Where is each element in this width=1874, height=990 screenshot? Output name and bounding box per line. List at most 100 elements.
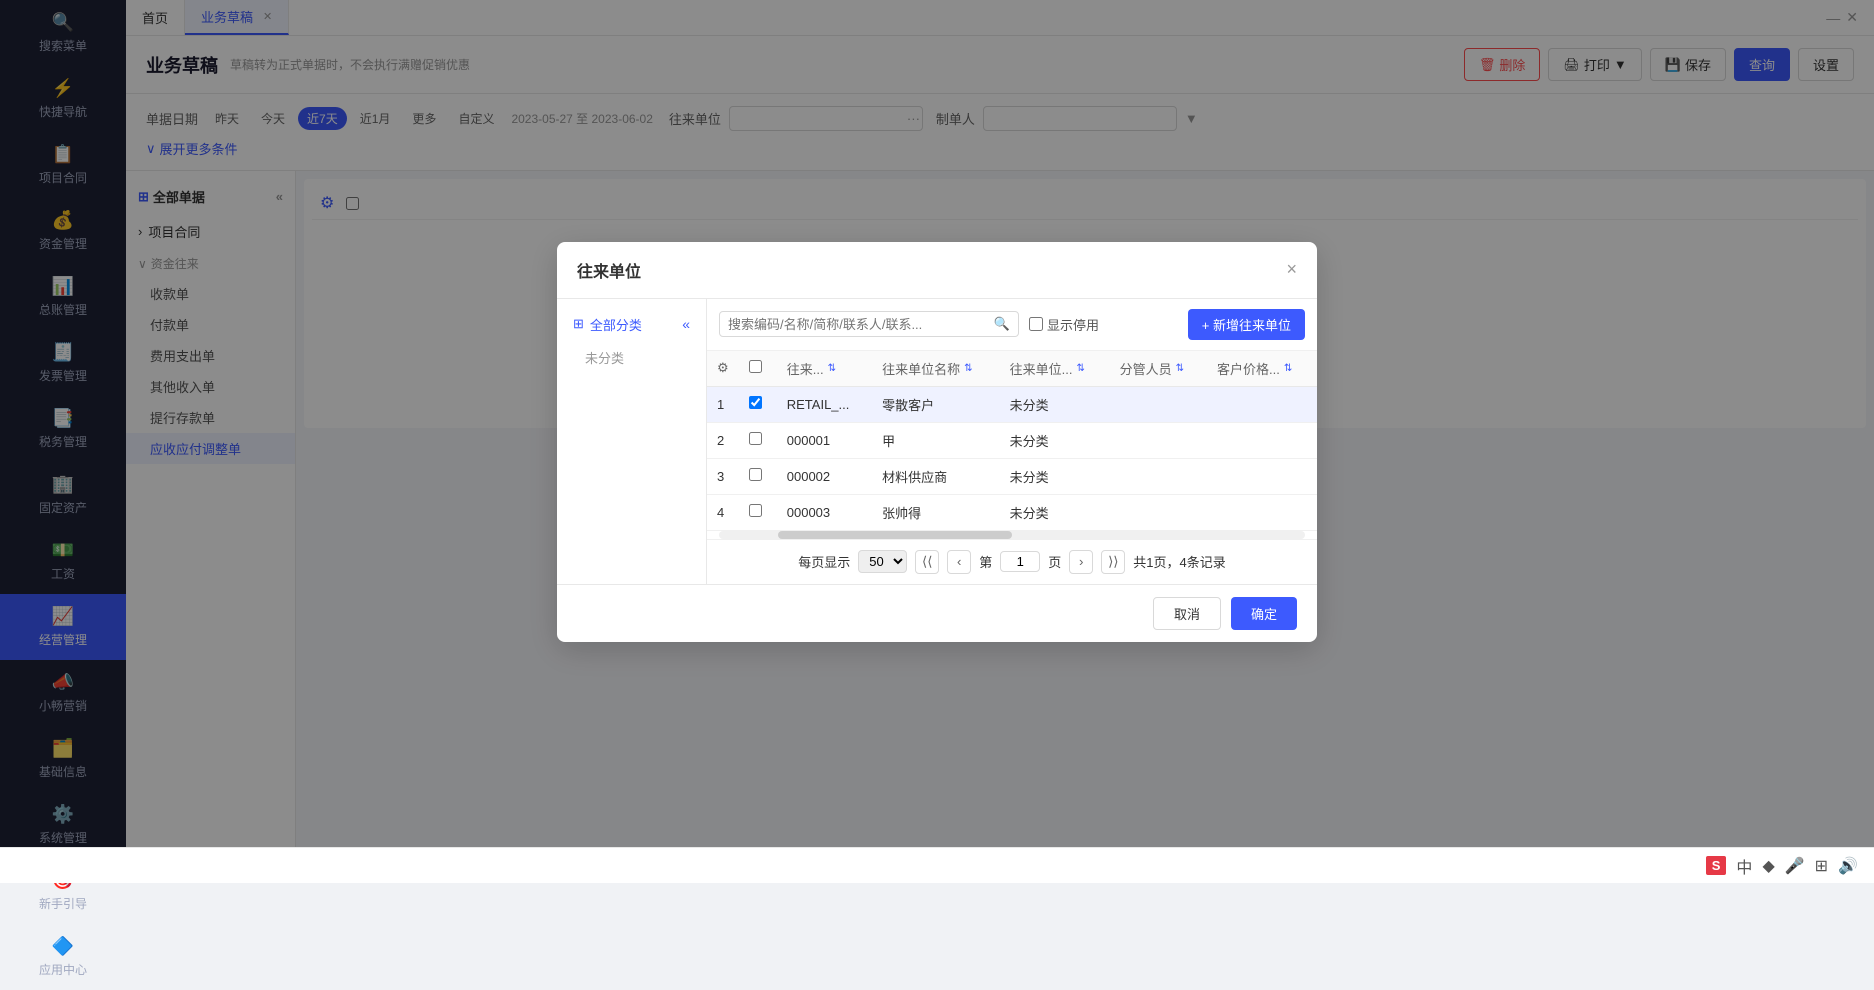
col-code-label: 往来... bbox=[787, 359, 824, 378]
confirm-button[interactable]: 确定 bbox=[1231, 597, 1297, 630]
taskbar: S 中 ◆ 🎤 ⊞ 🔊 bbox=[0, 847, 1874, 883]
dialog-scrollbar-thumb bbox=[778, 531, 1012, 539]
sidebar-label-guide: 新手引导 bbox=[39, 895, 87, 912]
col-name-sort-icon: ⇅ bbox=[964, 363, 972, 374]
col-category-label: 往来单位... bbox=[1010, 359, 1073, 378]
row-manager-3 bbox=[1110, 458, 1207, 494]
row-num-4: 4 bbox=[707, 494, 739, 530]
col-name-label: 往来单位名称 bbox=[882, 359, 960, 378]
page-size-select[interactable]: 50 bbox=[858, 550, 907, 573]
row-manager-1 bbox=[1110, 386, 1207, 422]
taskbar-s-icon: S bbox=[1706, 856, 1727, 875]
table-row[interactable]: 3 000002 材料供应商 未分类 bbox=[707, 458, 1317, 494]
show-disabled-toggle: 显示停用 bbox=[1029, 315, 1099, 334]
cancel-button[interactable]: 取消 bbox=[1153, 597, 1221, 630]
taskbar-speaker-icon[interactable]: 🔊 bbox=[1838, 856, 1858, 876]
col-manager-label: 分管人员 bbox=[1120, 359, 1172, 378]
sidebar-item-appstore[interactable]: 🔷 应用中心 bbox=[0, 924, 126, 990]
dialog-nav-all-label: 全部分类 bbox=[590, 315, 642, 334]
dialog-search-input[interactable] bbox=[728, 317, 988, 332]
pagination-total: 共1页，4条记录 bbox=[1133, 552, 1225, 571]
show-disabled-label: 显示停用 bbox=[1047, 315, 1099, 334]
col-manager[interactable]: 分管人员 ⇅ bbox=[1110, 351, 1207, 387]
col-code[interactable]: 往来... ⇅ bbox=[777, 351, 872, 387]
dialog-scrollbar[interactable] bbox=[719, 531, 1305, 539]
dialog-close-button[interactable]: × bbox=[1286, 259, 1297, 280]
dialog-toolbar: 🔍 显示停用 + 新增往来单位 bbox=[707, 299, 1317, 351]
row-category-4: 未分类 bbox=[1000, 494, 1110, 530]
appstore-icon: 🔷 bbox=[52, 936, 74, 957]
taskbar-chinese-icon[interactable]: 中 bbox=[1736, 854, 1752, 878]
col-name[interactable]: 往来单位名称 ⇅ bbox=[872, 351, 999, 387]
row-price-1 bbox=[1207, 386, 1317, 422]
dialog-nav-unclassified[interactable]: 未分类 bbox=[557, 342, 706, 373]
search-icon-small: 🔍 bbox=[994, 316, 1010, 332]
row-manager-4 bbox=[1110, 494, 1207, 530]
first-page-btn[interactable]: ⟨⟨ bbox=[915, 550, 939, 574]
dialog-table-scroll[interactable]: ⚙ 往来... ⇅ 往来单位名 bbox=[707, 351, 1317, 531]
dialog-table-body: 1 RETAIL_... 零散客户 未分类 2 bbox=[707, 386, 1317, 530]
row-code-2: 000001 bbox=[777, 422, 872, 458]
add-unit-label: + 新增往来单位 bbox=[1202, 315, 1291, 334]
col-settings-icon: ⚙ bbox=[717, 360, 729, 375]
dialog-header: 往来单位 × bbox=[557, 242, 1317, 299]
row-num-2: 2 bbox=[707, 422, 739, 458]
row-code-3: 000002 bbox=[777, 458, 872, 494]
dialog-nav-all[interactable]: ⊞ 全部分类 « bbox=[557, 307, 706, 342]
row-category-1: 未分类 bbox=[1000, 386, 1110, 422]
dialog-right: 🔍 显示停用 + 新增往来单位 ⚙ bbox=[707, 299, 1317, 584]
table-row[interactable]: 2 000001 甲 未分类 bbox=[707, 422, 1317, 458]
dialog-search-box: 🔍 bbox=[719, 311, 1019, 337]
page-input[interactable] bbox=[1000, 551, 1040, 572]
row-check-3[interactable] bbox=[739, 458, 777, 494]
dialog-table-head: ⚙ 往来... ⇅ 往来单位名 bbox=[707, 351, 1317, 387]
row-checkbox-3[interactable] bbox=[749, 468, 762, 481]
unit-dialog: 往来单位 × ⊞ 全部分类 « 未分类 bbox=[557, 242, 1317, 642]
col-settings[interactable]: ⚙ bbox=[707, 351, 739, 387]
table-row[interactable]: 1 RETAIL_... 零散客户 未分类 bbox=[707, 386, 1317, 422]
add-unit-button[interactable]: + 新增往来单位 bbox=[1188, 309, 1305, 340]
dialog-left-nav: ⊞ 全部分类 « 未分类 bbox=[557, 299, 707, 584]
row-code-4: 000003 bbox=[777, 494, 872, 530]
taskbar-mic-icon[interactable]: 🎤 bbox=[1785, 856, 1805, 876]
prev-page-btn[interactable]: ‹ bbox=[947, 550, 971, 574]
dialog-title: 往来单位 bbox=[577, 258, 641, 282]
last-page-btn[interactable]: ⟩⟩ bbox=[1101, 550, 1125, 574]
next-page-btn[interactable]: › bbox=[1069, 550, 1093, 574]
row-category-3: 未分类 bbox=[1000, 458, 1110, 494]
page-size-label: 每页显示 bbox=[798, 552, 850, 571]
col-checkbox[interactable] bbox=[739, 351, 777, 387]
col-manager-sort-icon: ⇅ bbox=[1176, 363, 1184, 374]
dialog-pagination: 每页显示 50 ⟨⟨ ‹ 第 页 › ⟩⟩ 共1页，4条记录 bbox=[707, 539, 1317, 584]
row-checkbox-2[interactable] bbox=[749, 432, 762, 445]
dialog-nav-unclassified-label: 未分类 bbox=[585, 351, 624, 366]
dialog-footer: 取消 确定 bbox=[557, 584, 1317, 642]
row-name-4: 张帅得 bbox=[872, 494, 999, 530]
dialog-overlay: 往来单位 × ⊞ 全部分类 « 未分类 bbox=[0, 0, 1874, 883]
row-checkbox-4[interactable] bbox=[749, 504, 762, 517]
collapse-arrow-icon[interactable]: « bbox=[682, 316, 690, 332]
row-code-1: RETAIL_... bbox=[777, 386, 872, 422]
show-disabled-checkbox[interactable] bbox=[1029, 317, 1043, 331]
col-price-sort-icon: ⇅ bbox=[1284, 363, 1292, 374]
taskbar-grid-icon[interactable]: ⊞ bbox=[1815, 856, 1828, 876]
row-num-3: 3 bbox=[707, 458, 739, 494]
row-price-4 bbox=[1207, 494, 1317, 530]
row-name-1: 零散客户 bbox=[872, 386, 999, 422]
sidebar-label-appstore: 应用中心 bbox=[39, 961, 87, 978]
row-num-1: 1 bbox=[707, 386, 739, 422]
row-check-1[interactable] bbox=[739, 386, 777, 422]
row-category-2: 未分类 bbox=[1000, 422, 1110, 458]
dialog-body: ⊞ 全部分类 « 未分类 🔍 显示停用 bbox=[557, 299, 1317, 584]
dialog-select-all[interactable] bbox=[749, 360, 762, 373]
taskbar-diamond-icon[interactable]: ◆ bbox=[1762, 856, 1774, 876]
row-price-3 bbox=[1207, 458, 1317, 494]
row-check-4[interactable] bbox=[739, 494, 777, 530]
row-check-2[interactable] bbox=[739, 422, 777, 458]
grid-icon-small: ⊞ bbox=[573, 316, 584, 332]
page-label: 第 bbox=[979, 552, 992, 571]
row-checkbox-1[interactable] bbox=[749, 396, 762, 409]
table-row[interactable]: 4 000003 张帅得 未分类 bbox=[707, 494, 1317, 530]
col-category[interactable]: 往来单位... ⇅ bbox=[1000, 351, 1110, 387]
col-price[interactable]: 客户价格... ⇅ bbox=[1207, 351, 1317, 387]
